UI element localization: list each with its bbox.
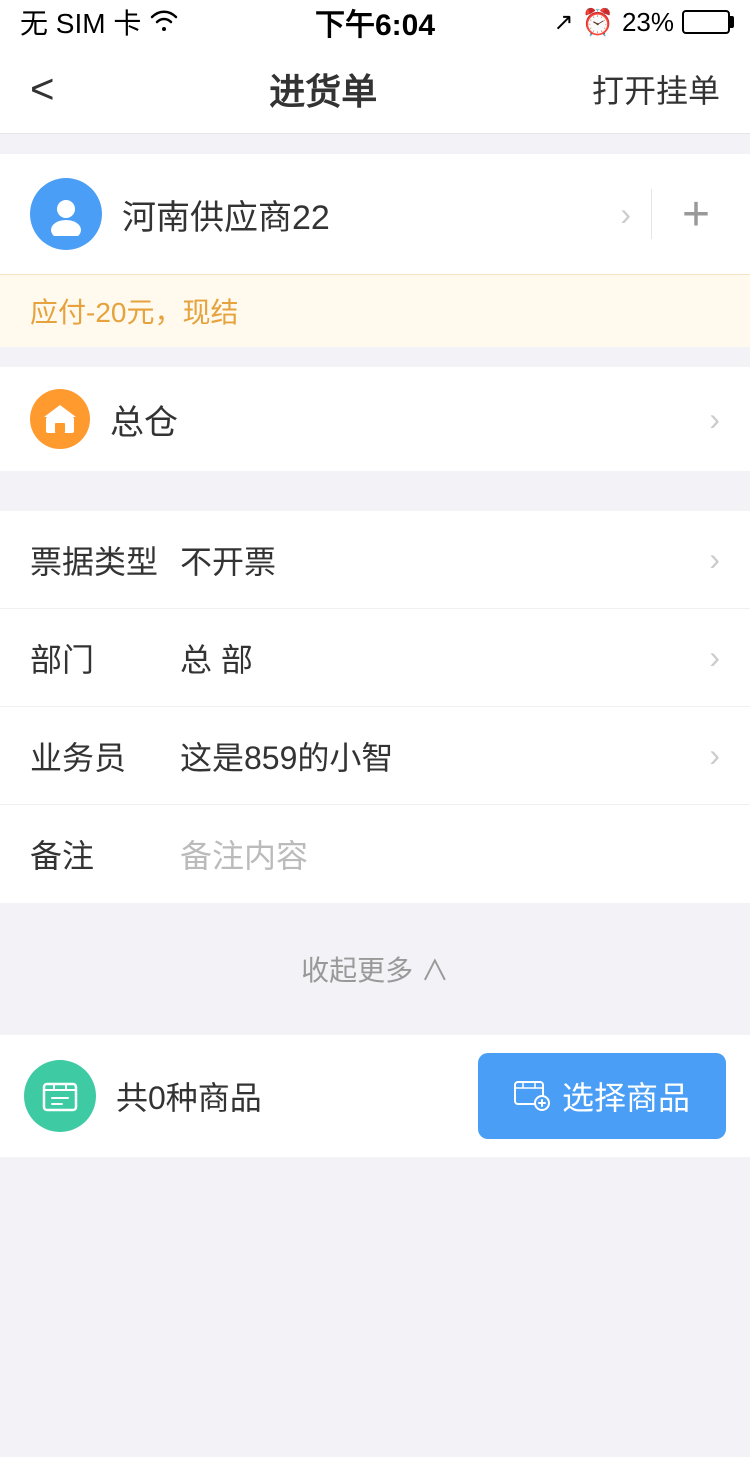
remark-row[interactable]: 备注 备注内容 [0,805,750,903]
gap-form [0,471,750,491]
footer-background [0,1157,750,1457]
notice-row: 应付-20元，现结 [0,274,750,347]
salesman-label: 业务员 [30,733,170,779]
navigation-bar: < 进货单 打开挂单 [0,44,750,134]
supplier-section: 河南供应商22 › + 应付-20元，现结 [0,154,750,347]
collapse-button[interactable]: 收起更多 ∧ [0,923,750,1015]
salesman-row[interactable]: 业务员 这是859的小智 › [0,707,750,805]
warehouse-section[interactable]: 总仓 › [0,367,750,471]
department-chevron-icon: › [709,639,720,676]
invoice-row[interactable]: 票据类型 不开票 › [0,511,750,609]
salesman-value: 这是859的小智 [170,733,709,779]
department-row[interactable]: 部门 总 部 › [0,609,750,707]
status-carrier: 无 SIM 卡 [20,2,179,42]
select-product-label: 选择商品 [562,1073,690,1119]
supplier-chevron-icon: › [620,196,631,233]
alarm-icon: ⏰ [582,7,614,38]
battery-icon [682,10,730,34]
gap-warehouse [0,347,750,367]
form-section: 票据类型 不开票 › 部门 总 部 › 业务员 这是859的小智 › 备注 备注… [0,511,750,903]
notice-text: 应付-20元，现结 [30,297,238,328]
product-icon [24,1060,96,1132]
battery-percent: 23% [622,7,674,38]
invoice-label: 票据类型 [30,537,170,583]
remark-placeholder[interactable]: 备注内容 [170,831,720,877]
supplier-avatar [30,178,102,250]
remark-label: 备注 [30,831,170,877]
product-bar: 共0种商品 选择商品 [0,1035,750,1157]
warehouse-icon [30,389,90,449]
supplier-name: 河南供应商22 [122,190,620,239]
department-value: 总 部 [170,635,709,681]
select-product-button[interactable]: 选择商品 [478,1053,726,1139]
back-button[interactable]: < [30,68,55,110]
invoice-chevron-icon: › [709,541,720,578]
page-title: 进货单 [269,63,377,115]
add-button[interactable]: + [672,187,720,242]
gap-top [0,134,750,154]
warehouse-row[interactable]: 总仓 › [0,367,750,471]
open-pending-button[interactable]: 打开挂单 [592,66,720,112]
invoice-value: 不开票 [170,537,709,583]
select-product-icon [514,1081,550,1111]
salesman-chevron-icon: › [709,737,720,774]
carrier-text: 无 SIM 卡 [20,2,141,42]
location-icon: ↗ [553,8,573,37]
status-right: ↗ ⏰ 23% [553,7,730,38]
status-time: 下午6:04 [315,0,435,44]
department-label: 部门 [30,635,170,681]
product-count: 共0种商品 [116,1073,478,1119]
supplier-row[interactable]: 河南供应商22 › + [0,154,750,274]
status-bar: 无 SIM 卡 下午6:04 ↗ ⏰ 23% [0,0,750,44]
wifi-icon [149,6,179,38]
warehouse-chevron-icon: › [709,401,720,438]
vertical-divider [651,189,652,239]
warehouse-name: 总仓 [110,395,709,444]
